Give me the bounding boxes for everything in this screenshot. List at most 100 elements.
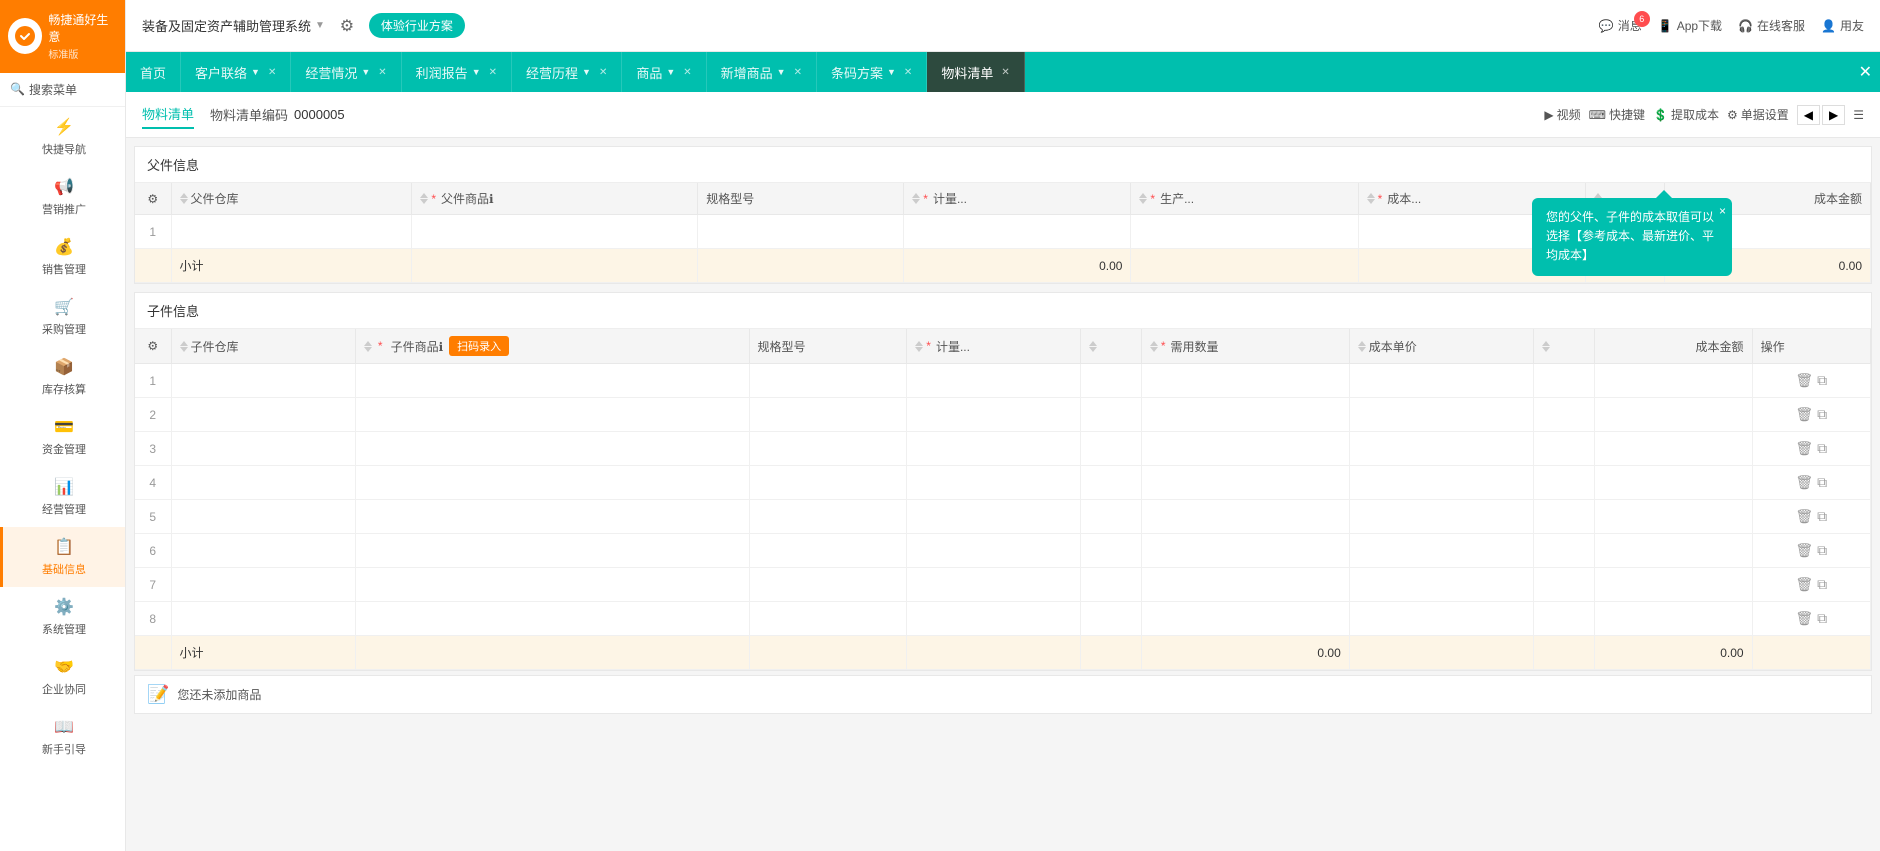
tab-dropdown-icon: ▼ xyxy=(472,67,481,77)
logo-icon xyxy=(8,18,42,54)
sidebar-item-basic[interactable]: 📋 基础信息 xyxy=(0,527,125,587)
tab-home[interactable]: 首页 xyxy=(126,52,181,92)
child-th-spec: 规格型号 xyxy=(749,329,907,364)
child-th-qty: *需用数量 xyxy=(1141,329,1349,364)
delete-icon[interactable]: 🗑 xyxy=(1795,576,1813,593)
sidebar-item-marketing[interactable]: 📢 营销推广 xyxy=(0,167,125,227)
child-th-actions: 操作 xyxy=(1752,329,1870,364)
sidebar: 畅捷通好生意 标准版 🔍 搜索菜单 ⚡ 快捷导航 📢 营销推广 💰 销售管理 🛒… xyxy=(0,0,126,851)
tab-close-icon[interactable]: ✕ xyxy=(683,67,691,78)
sidebar-item-quick-nav[interactable]: ⚡ 快捷导航 xyxy=(0,107,125,167)
app-download-button[interactable]: 📱 App下载 xyxy=(1658,17,1722,34)
copy-icon[interactable]: ⧉ xyxy=(1817,508,1827,525)
copy-icon[interactable]: ⧉ xyxy=(1817,576,1827,593)
pagination: ◀ ▶ xyxy=(1797,105,1845,125)
parent-th-gear[interactable]: ⚙ xyxy=(135,183,171,215)
sales-icon: 💰 xyxy=(54,237,74,257)
child-th-unit: *计量... xyxy=(907,329,1081,364)
layout-icon: ☰ xyxy=(1853,108,1864,122)
tab-customers[interactable]: 客户联络 ▼ ✕ xyxy=(181,52,291,92)
single-settings-button[interactable]: ⚙ 单据设置 xyxy=(1727,106,1789,123)
delete-icon[interactable]: 🗑 xyxy=(1795,610,1813,627)
view-video-button[interactable]: ▶ 视频 xyxy=(1544,106,1580,123)
sidebar-item-finance[interactable]: 💳 资金管理 xyxy=(0,407,125,467)
tab-close-icon[interactable]: ✕ xyxy=(378,67,386,78)
tab-history[interactable]: 经营历程 ▼ ✕ xyxy=(512,52,622,92)
tab-barcode[interactable]: 条码方案 ▼ ✕ xyxy=(817,52,927,92)
tab-close-icon[interactable]: ✕ xyxy=(489,67,497,78)
video-icon: ▶ xyxy=(1544,108,1553,122)
purchase-icon: 🛒 xyxy=(54,297,74,317)
search-menu[interactable]: 🔍 搜索菜单 xyxy=(0,73,125,107)
notification-button[interactable]: 💬 消息 6 xyxy=(1599,17,1642,34)
delete-icon[interactable]: 🗑 xyxy=(1795,406,1813,423)
cost-icon: 💲 xyxy=(1653,108,1668,122)
child-table: ⚙ 子件仓库 *子件商品ℹ 扫码录入 xyxy=(135,329,1871,670)
notification-icon: 💬 xyxy=(1599,19,1614,33)
extract-cost-button[interactable]: 💲 提取成本 xyxy=(1653,106,1719,123)
tab-dropdown-icon: ▼ xyxy=(361,67,370,77)
tooltip-close-button[interactable]: × xyxy=(1719,202,1726,221)
bottom-hint: 📝 您还未添加商品 xyxy=(134,675,1872,714)
system-dropdown-icon[interactable]: ▼ xyxy=(315,20,325,31)
copy-icon[interactable]: ⧉ xyxy=(1817,474,1827,491)
copy-icon[interactable]: ⧉ xyxy=(1817,610,1827,627)
tab-dropdown-icon: ▼ xyxy=(666,67,675,77)
shortcut-button[interactable]: ⌨ 快捷键 xyxy=(1589,106,1645,123)
user-avatar[interactable]: 👤 用友 xyxy=(1821,17,1864,34)
close-all-tabs-button[interactable]: ✕ xyxy=(1851,52,1880,92)
nav-tabs: 首页 客户联络 ▼ ✕ 经营情况 ▼ ✕ 利润报告 ▼ ✕ 经营历程 ▼ ✕ 商… xyxy=(126,52,1880,92)
settings-icon[interactable]: ⚙ xyxy=(333,12,361,40)
copy-icon[interactable]: ⧉ xyxy=(1817,542,1827,559)
tab-close-icon[interactable]: ✕ xyxy=(268,67,276,78)
next-button[interactable]: ▶ xyxy=(1822,105,1845,125)
sidebar-item-inventory[interactable]: 📦 库存核算 xyxy=(0,347,125,407)
sidebar-item-ops[interactable]: 📊 经营管理 xyxy=(0,467,125,527)
cost-tooltip: × 您的父件、子件的成本取值可以选择【参考成本、最新进价、平均成本】 xyxy=(1532,198,1732,276)
delete-icon[interactable]: 🗑 xyxy=(1795,508,1813,525)
layout-button[interactable]: ☰ xyxy=(1853,108,1864,122)
sub-tab-list[interactable]: 物料清单 xyxy=(142,100,194,129)
sidebar-logo: 畅捷通好生意 标准版 xyxy=(0,0,125,73)
tab-close-icon[interactable]: ✕ xyxy=(1001,67,1009,78)
tab-profit[interactable]: 利润报告 ▼ ✕ xyxy=(402,52,512,92)
parent-th-unit: *计量... xyxy=(904,183,1131,215)
copy-icon[interactable]: ⧉ xyxy=(1817,440,1827,457)
sub-actions: ▶ 视频 ⌨ 快捷键 💲 提取成本 ⚙ 单据设置 ◀ ▶ xyxy=(1544,105,1864,125)
tab-close-icon[interactable]: ✕ xyxy=(904,67,912,78)
parent-th-production: *生产... xyxy=(1131,183,1358,215)
sidebar-item-system[interactable]: ⚙️ 系统管理 xyxy=(0,587,125,647)
copy-icon[interactable]: ⧉ xyxy=(1817,406,1827,423)
marketing-icon: 📢 xyxy=(54,177,74,197)
tab-new-goods[interactable]: 新增商品 ▼ ✕ xyxy=(707,52,817,92)
table-row: 4 🗑⧉ xyxy=(135,466,1871,500)
tab-close-icon[interactable]: ✕ xyxy=(794,67,802,78)
copy-icon[interactable]: ⧉ xyxy=(1817,372,1827,389)
parent-th-spec: 规格型号 xyxy=(698,183,904,215)
tab-goods[interactable]: 商品 ▼ ✕ xyxy=(622,52,706,92)
delete-icon[interactable]: 🗑 xyxy=(1795,372,1813,389)
tab-bom[interactable]: 物料清单 ✕ xyxy=(927,52,1024,92)
ops-icon: 📊 xyxy=(54,477,74,497)
online-service-button[interactable]: 🎧 在线客服 xyxy=(1738,17,1805,34)
scan-input-button[interactable]: 扫码录入 xyxy=(449,336,509,356)
sidebar-item-guide[interactable]: 📖 新手引导 xyxy=(0,707,125,767)
delete-icon[interactable]: 🗑 xyxy=(1795,474,1813,491)
prev-button[interactable]: ◀ xyxy=(1797,105,1820,125)
tab-close-icon[interactable]: ✕ xyxy=(599,67,607,78)
delete-icon[interactable]: 🗑 xyxy=(1795,542,1813,559)
sidebar-item-sales[interactable]: 💰 销售管理 xyxy=(0,227,125,287)
tab-dropdown-icon: ▼ xyxy=(887,67,896,77)
delete-icon[interactable]: 🗑 xyxy=(1795,440,1813,457)
child-th-goods: *子件商品ℹ 扫码录入 xyxy=(355,329,749,364)
finance-icon: 💳 xyxy=(54,417,74,437)
table-row: 6 🗑⧉ xyxy=(135,534,1871,568)
sidebar-item-enterprise[interactable]: 🤝 企业协同 xyxy=(0,647,125,707)
user-icon: 👤 xyxy=(1821,19,1836,33)
tab-operations[interactable]: 经营情况 ▼ ✕ xyxy=(291,52,401,92)
logo-sub: 标准版 xyxy=(48,46,117,61)
child-th-gear[interactable]: ⚙ xyxy=(135,329,171,364)
trial-button[interactable]: 体验行业方案 xyxy=(369,13,465,38)
child-section: 子件信息 ⚙ 子件仓库 xyxy=(134,292,1872,671)
sidebar-item-purchase[interactable]: 🛒 采购管理 xyxy=(0,287,125,347)
